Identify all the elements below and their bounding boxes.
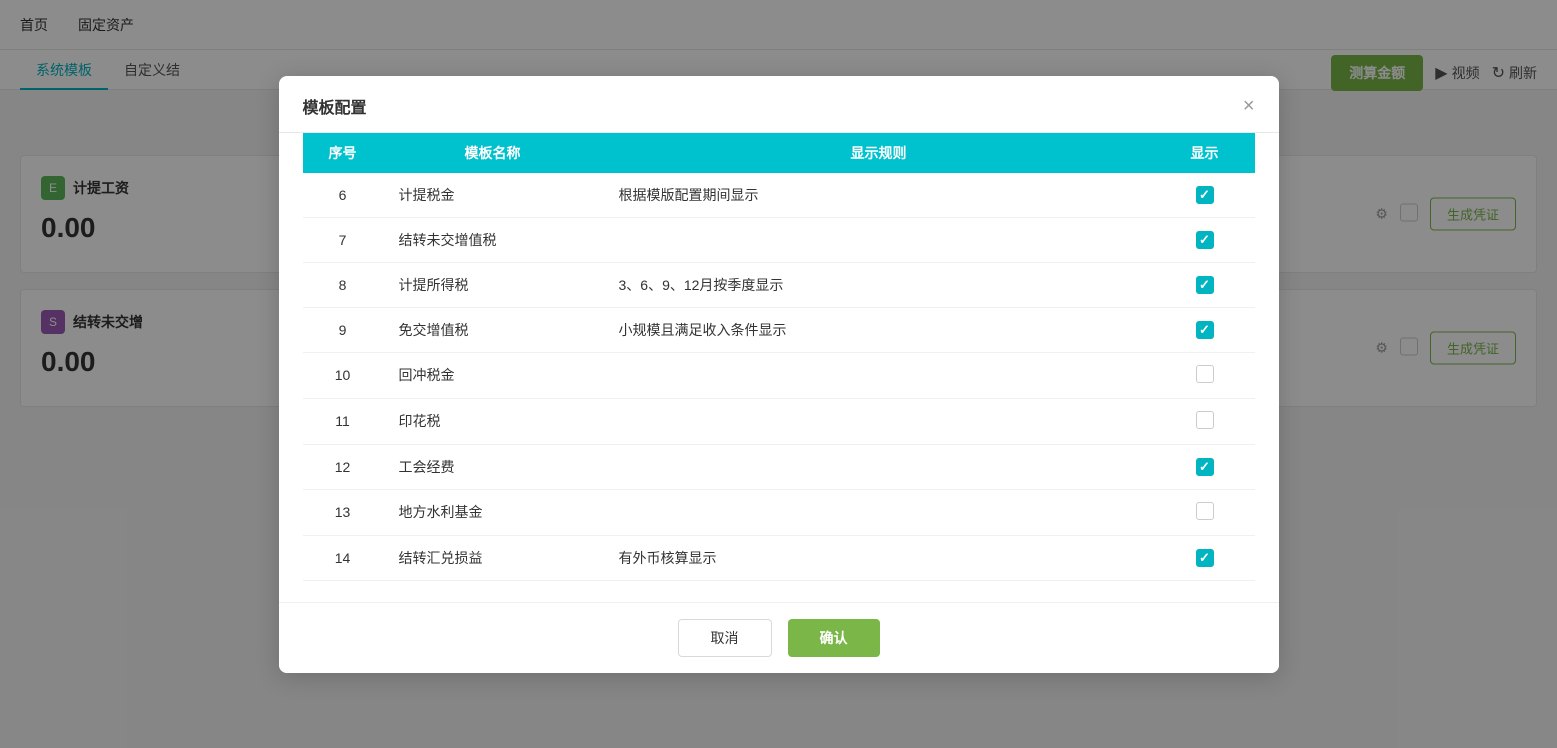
cell-rule	[603, 352, 1155, 398]
close-button[interactable]: ×	[1243, 96, 1255, 116]
table-row: 14结转汇兑损益有外币核算显示	[303, 535, 1255, 580]
cell-rule	[603, 217, 1155, 262]
checkbox-display[interactable]	[1196, 365, 1214, 383]
cell-name: 计提税金	[383, 173, 603, 218]
col-name: 模板名称	[383, 133, 603, 173]
checkbox-display[interactable]	[1196, 321, 1214, 339]
cell-index: 12	[303, 444, 383, 489]
cell-checkbox[interactable]	[1155, 352, 1255, 398]
cell-name: 回冲税金	[383, 352, 603, 398]
checkbox-display[interactable]	[1196, 458, 1214, 476]
cell-checkbox[interactable]	[1155, 173, 1255, 218]
table-row: 6计提税金根据模版配置期间显示	[303, 173, 1255, 218]
cell-checkbox[interactable]	[1155, 217, 1255, 262]
cell-name: 印花税	[383, 398, 603, 444]
dialog-title: 模板配置	[303, 94, 367, 118]
cell-rule	[603, 489, 1155, 535]
cell-rule: 3、6、9、12月按季度显示	[603, 262, 1155, 307]
cell-index: 14	[303, 535, 383, 580]
modal-overlay: 模板配置 × 序号 模板名称 显示规则 显示 6计提税金根据模版配置期间显示7结…	[0, 0, 1557, 748]
table-row: 12工会经费	[303, 444, 1255, 489]
cell-name: 结转未交增值税	[383, 217, 603, 262]
confirm-button[interactable]: 确认	[788, 619, 880, 657]
col-rule: 显示规则	[603, 133, 1155, 173]
cell-checkbox[interactable]	[1155, 307, 1255, 352]
table-row: 8计提所得税3、6、9、12月按季度显示	[303, 262, 1255, 307]
cell-index: 9	[303, 307, 383, 352]
cell-name: 工会经费	[383, 444, 603, 489]
cell-checkbox[interactable]	[1155, 262, 1255, 307]
cell-index: 15	[303, 580, 383, 593]
table-row: 9免交增值税小规模且满足收入条件显示	[303, 307, 1255, 352]
cell-name: 结转汇兑损益	[383, 535, 603, 580]
checkbox-display[interactable]	[1196, 186, 1214, 204]
cell-checkbox[interactable]	[1155, 398, 1255, 444]
table-row: 7结转未交增值税	[303, 217, 1255, 262]
cell-index: 13	[303, 489, 383, 535]
checkbox-display[interactable]	[1196, 276, 1214, 294]
cancel-button[interactable]: 取消	[678, 619, 772, 657]
cell-rule: 有外币核算显示	[603, 535, 1155, 580]
col-index: 序号	[303, 133, 383, 173]
cell-name: 免交增值税	[383, 307, 603, 352]
cell-rule: 根据模版配置期间显示	[603, 173, 1155, 218]
table-row: 15结转本期损益	[303, 580, 1255, 593]
template-config-dialog: 模板配置 × 序号 模板名称 显示规则 显示 6计提税金根据模版配置期间显示7结…	[279, 76, 1279, 673]
cell-rule	[603, 398, 1155, 444]
cell-index: 10	[303, 352, 383, 398]
cell-checkbox[interactable]	[1155, 535, 1255, 580]
cell-name: 计提所得税	[383, 262, 603, 307]
dialog-header: 模板配置 ×	[279, 76, 1279, 133]
cell-index: 6	[303, 173, 383, 218]
dialog-footer: 取消 确认	[279, 602, 1279, 673]
cell-rule	[603, 580, 1155, 593]
header-row: 序号 模板名称 显示规则 显示	[303, 133, 1255, 173]
table-row: 10回冲税金	[303, 352, 1255, 398]
cell-checkbox[interactable]	[1155, 580, 1255, 593]
table-header: 序号 模板名称 显示规则 显示	[303, 133, 1255, 173]
checkbox-display[interactable]	[1196, 411, 1214, 429]
config-table: 序号 模板名称 显示规则 显示 6计提税金根据模版配置期间显示7结转未交增值税8…	[303, 133, 1255, 593]
table-row: 11印花税	[303, 398, 1255, 444]
cell-rule: 小规模且满足收入条件显示	[603, 307, 1155, 352]
cell-name: 结转本期损益	[383, 580, 603, 593]
table-container[interactable]: 序号 模板名称 显示规则 显示 6计提税金根据模版配置期间显示7结转未交增值税8…	[279, 133, 1279, 593]
table-body: 6计提税金根据模版配置期间显示7结转未交增值税8计提所得税3、6、9、12月按季…	[303, 173, 1255, 593]
checkbox-display[interactable]	[1196, 502, 1214, 520]
checkbox-display[interactable]	[1196, 231, 1214, 249]
cell-name: 地方水利基金	[383, 489, 603, 535]
cell-checkbox[interactable]	[1155, 444, 1255, 489]
col-display: 显示	[1155, 133, 1255, 173]
cell-index: 7	[303, 217, 383, 262]
cell-index: 11	[303, 398, 383, 444]
cell-index: 8	[303, 262, 383, 307]
cell-rule	[603, 444, 1155, 489]
checkbox-display[interactable]	[1196, 549, 1214, 567]
table-row: 13地方水利基金	[303, 489, 1255, 535]
cell-checkbox[interactable]	[1155, 489, 1255, 535]
